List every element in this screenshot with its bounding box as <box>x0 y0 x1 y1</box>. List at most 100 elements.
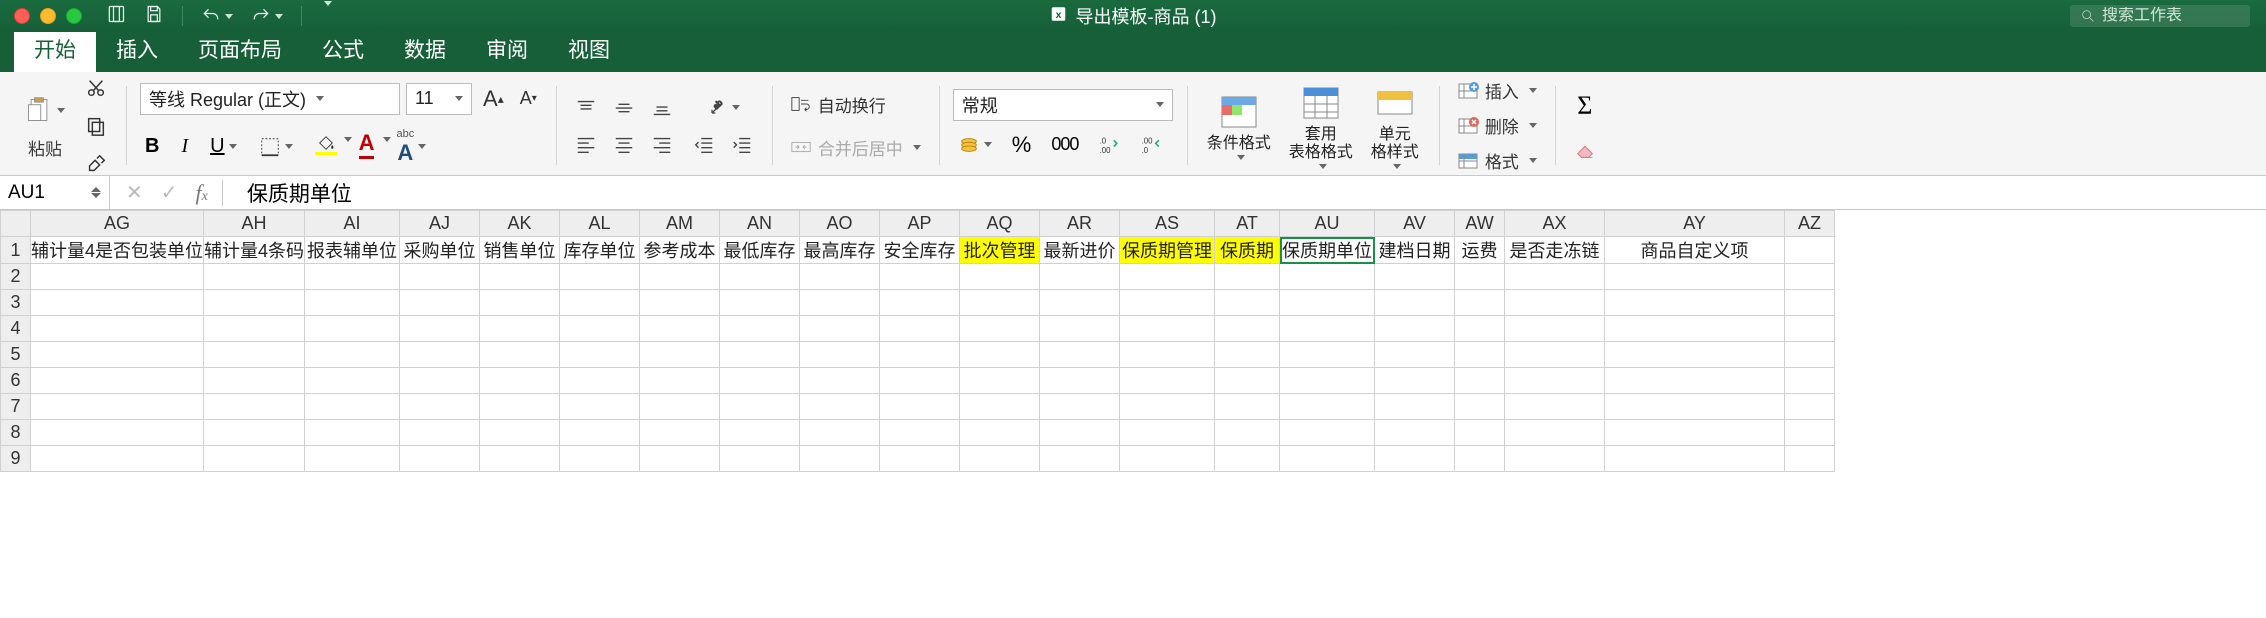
cell-AP1[interactable]: 安全库存 <box>880 237 960 264</box>
customize-qat-icon[interactable] <box>320 6 332 26</box>
cell-AX4[interactable] <box>1505 316 1605 342</box>
cell-AU4[interactable] <box>1280 316 1375 342</box>
cell-AJ6[interactable] <box>400 368 480 394</box>
cell-AL3[interactable] <box>560 290 640 316</box>
cell-AU2[interactable] <box>1280 264 1375 290</box>
cell-AT6[interactable] <box>1215 368 1280 394</box>
cell-AQ4[interactable] <box>960 316 1040 342</box>
cell-AQ6[interactable] <box>960 368 1040 394</box>
cell-AW5[interactable] <box>1455 342 1505 368</box>
cell-AH5[interactable] <box>204 342 305 368</box>
cell-AV6[interactable] <box>1375 368 1455 394</box>
formula-input[interactable]: 保质期单位 <box>239 178 2266 208</box>
italic-button[interactable]: I <box>176 130 193 163</box>
cell-AQ8[interactable] <box>960 420 1040 446</box>
decrease-font-button[interactable]: A▾ <box>515 83 542 114</box>
cell-AZ2[interactable] <box>1785 264 1835 290</box>
cell-AH6[interactable] <box>204 368 305 394</box>
font-name-combo[interactable]: 等线 Regular (正文) <box>140 83 400 115</box>
cell-AZ1[interactable] <box>1785 237 1835 264</box>
cell-AX8[interactable] <box>1505 420 1605 446</box>
cell-AX1[interactable]: 是否走冻链 <box>1505 237 1605 264</box>
row-header-1[interactable]: 1 <box>1 237 31 264</box>
cell-AP7[interactable] <box>880 394 960 420</box>
cell-AL5[interactable] <box>560 342 640 368</box>
cell-AJ8[interactable] <box>400 420 480 446</box>
cell-AG7[interactable] <box>31 394 204 420</box>
tab-插入[interactable]: 插入 <box>96 28 178 72</box>
cell-AK9[interactable] <box>480 446 560 472</box>
spreadsheet-grid[interactable]: AGAHAIAJAKALAMANAOAPAQARASATAUAVAWAXAYAZ… <box>0 210 2266 472</box>
col-header-AV[interactable]: AV <box>1375 211 1455 237</box>
col-header-AI[interactable]: AI <box>305 211 400 237</box>
cell-AY8[interactable] <box>1605 420 1785 446</box>
cell-AR7[interactable] <box>1040 394 1120 420</box>
tab-页面布局[interactable]: 页面布局 <box>178 28 302 72</box>
cell-AT8[interactable] <box>1215 420 1280 446</box>
cell-AV2[interactable] <box>1375 264 1455 290</box>
underline-button[interactable]: U <box>205 130 241 163</box>
cell-AU5[interactable] <box>1280 342 1375 368</box>
col-header-AK[interactable]: AK <box>480 211 560 237</box>
cell-AM2[interactable] <box>640 264 720 290</box>
col-header-AU[interactable]: AU <box>1280 211 1375 237</box>
col-header-AR[interactable]: AR <box>1040 211 1120 237</box>
cell-AX7[interactable] <box>1505 394 1605 420</box>
cell-AR2[interactable] <box>1040 264 1120 290</box>
paste-button[interactable] <box>20 91 70 129</box>
cell-AT4[interactable] <box>1215 316 1280 342</box>
cell-AZ6[interactable] <box>1785 368 1835 394</box>
cell-AN9[interactable] <box>720 446 800 472</box>
cell-AJ9[interactable] <box>400 446 480 472</box>
cell-AK8[interactable] <box>480 420 560 446</box>
col-header-AJ[interactable]: AJ <box>400 211 480 237</box>
cell-AQ5[interactable] <box>960 342 1040 368</box>
cell-AT9[interactable] <box>1215 446 1280 472</box>
cell-AM7[interactable] <box>640 394 720 420</box>
cell-AI8[interactable] <box>305 420 400 446</box>
cell-AG9[interactable] <box>31 446 204 472</box>
col-header-AL[interactable]: AL <box>560 211 640 237</box>
format-painter-button[interactable] <box>80 148 112 180</box>
cell-AW9[interactable] <box>1455 446 1505 472</box>
cell-AP6[interactable] <box>880 368 960 394</box>
tab-数据[interactable]: 数据 <box>384 28 466 72</box>
row-header-4[interactable]: 4 <box>1 316 31 342</box>
cell-AP8[interactable] <box>880 420 960 446</box>
col-header-AZ[interactable]: AZ <box>1785 211 1835 237</box>
cell-AK2[interactable] <box>480 264 560 290</box>
cell-AV3[interactable] <box>1375 290 1455 316</box>
cell-AG8[interactable] <box>31 420 204 446</box>
format-cells-button[interactable]: 格式 <box>1453 146 1541 175</box>
col-header-AX[interactable]: AX <box>1505 211 1605 237</box>
cell-AN8[interactable] <box>720 420 800 446</box>
cell-AR3[interactable] <box>1040 290 1120 316</box>
cell-AT2[interactable] <box>1215 264 1280 290</box>
cell-AS2[interactable] <box>1120 264 1215 290</box>
cell-AN1[interactable]: 最低库存 <box>720 237 800 264</box>
select-all-corner[interactable] <box>1 211 31 237</box>
cell-AY9[interactable] <box>1605 446 1785 472</box>
cell-AM6[interactable] <box>640 368 720 394</box>
cell-AG6[interactable] <box>31 368 204 394</box>
cell-AI7[interactable] <box>305 394 400 420</box>
font-color-button[interactable]: A <box>354 125 380 169</box>
col-header-AP[interactable]: AP <box>880 211 960 237</box>
cell-AO1[interactable]: 最高库存 <box>800 237 880 264</box>
cell-AL4[interactable] <box>560 316 640 342</box>
col-header-AM[interactable]: AM <box>640 211 720 237</box>
name-box-spinner[interactable] <box>91 187 101 198</box>
cell-AZ3[interactable] <box>1785 290 1835 316</box>
accounting-format-button[interactable] <box>953 129 997 161</box>
cell-AT5[interactable] <box>1215 342 1280 368</box>
cell-AN2[interactable] <box>720 264 800 290</box>
cell-AR9[interactable] <box>1040 446 1120 472</box>
col-header-AG[interactable]: AG <box>31 211 204 237</box>
cell-AJ7[interactable] <box>400 394 480 420</box>
autosum-button[interactable]: Σ <box>1569 86 1601 126</box>
cell-AH4[interactable] <box>204 316 305 342</box>
cell-AJ2[interactable] <box>400 264 480 290</box>
cell-AK7[interactable] <box>480 394 560 420</box>
cell-AJ3[interactable] <box>400 290 480 316</box>
cell-AK4[interactable] <box>480 316 560 342</box>
